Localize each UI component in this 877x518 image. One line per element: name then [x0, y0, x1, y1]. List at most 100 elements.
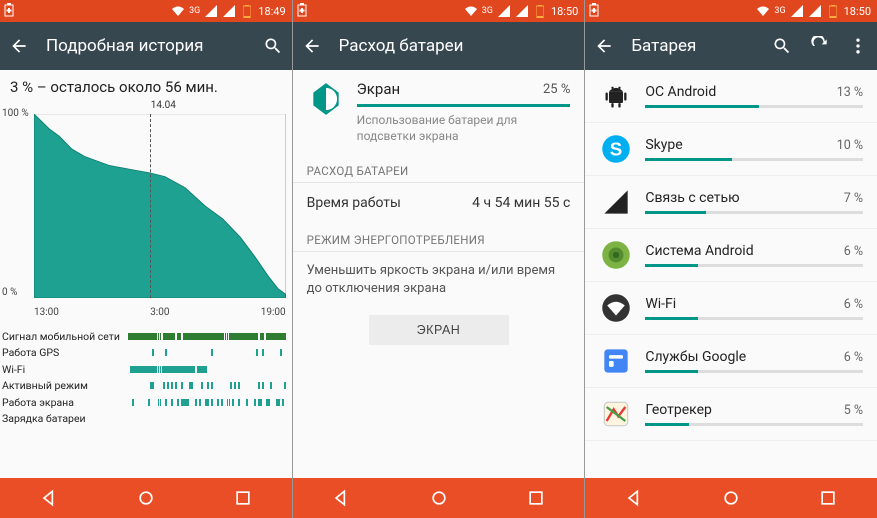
timeline-bar	[128, 399, 286, 406]
item-pct: 6 %	[844, 244, 863, 259]
x-tick: 19:00	[261, 307, 286, 318]
nav-bar	[0, 478, 292, 518]
nav-home-icon[interactable]	[136, 488, 156, 508]
timeline-label: Работа экрана	[2, 396, 128, 409]
search-icon[interactable]	[262, 35, 284, 57]
back-icon[interactable]	[8, 35, 30, 57]
signal-icon-2	[515, 4, 529, 18]
toolbar-title: Батарея	[631, 36, 755, 56]
item-pct: 5 %	[844, 403, 863, 418]
nav-back-icon[interactable]	[331, 488, 351, 508]
marker-label: 14.04	[151, 100, 176, 111]
timeline-bar	[128, 333, 286, 340]
timeline-bar	[128, 366, 286, 373]
timeline-row: Активный режим	[2, 378, 286, 395]
android-icon	[599, 79, 633, 113]
app-subtext: Использование батареи для подсветки экра…	[357, 113, 571, 144]
y-tick-bot: 0 %	[2, 287, 17, 298]
item-name: Система Android	[645, 243, 753, 259]
battery-icon	[533, 4, 547, 18]
nav-bar	[585, 478, 877, 518]
timeline-row: Сигнал мобильной сети	[2, 328, 286, 345]
nav-back-icon[interactable]	[39, 488, 59, 508]
signal-icon-2	[222, 4, 236, 18]
battery-plus-icon	[589, 3, 599, 20]
battery-list-item[interactable]: Службы Google6 %	[585, 335, 877, 388]
search-icon[interactable]	[771, 35, 793, 57]
battery-list-item[interactable]: Геотрекер 5 %	[585, 388, 877, 441]
wifi-icon	[756, 4, 770, 18]
timeline-row: Работа экрана	[2, 394, 286, 411]
nav-recent-icon[interactable]	[526, 488, 546, 508]
item-name: Skype	[645, 137, 682, 153]
section-header: Расход батареи	[293, 154, 585, 183]
wifi-icon	[171, 4, 185, 18]
back-icon[interactable]	[301, 35, 323, 57]
timeline-bar	[128, 415, 286, 422]
geo-icon	[599, 397, 633, 431]
x-tick: 3:00	[150, 307, 169, 318]
back-icon[interactable]	[593, 35, 615, 57]
item-name: ОС Android	[645, 84, 716, 100]
nav-home-icon[interactable]	[721, 488, 741, 508]
timeline-label: Работа GPS	[2, 346, 128, 359]
network-label: 3G	[482, 6, 493, 16]
signal-icon	[204, 4, 218, 18]
system-icon	[599, 238, 633, 272]
nav-recent-icon[interactable]	[233, 488, 253, 508]
y-tick-top: 100 %	[2, 108, 29, 119]
battery-list-item[interactable]: Wi-Fi6 %	[585, 282, 877, 335]
battery-list-item[interactable]: S Skype 10 %	[585, 123, 877, 176]
status-bar: 3G 18:50	[585, 0, 877, 22]
toolbar-title: Расход батареи	[339, 36, 577, 56]
uptime-row: Время работы 4 ч 54 мин 55 с	[293, 183, 585, 223]
item-bar	[645, 370, 863, 373]
skype-icon: S	[599, 132, 633, 166]
battery-list-item[interactable]: Связь с сетью7 %	[585, 176, 877, 229]
battery-plus-icon	[4, 3, 14, 20]
x-tick: 13:00	[34, 307, 59, 318]
timeline-row: Wi-Fi	[2, 361, 286, 378]
nav-recent-icon[interactable]	[818, 488, 838, 508]
nav-home-icon[interactable]	[429, 488, 449, 508]
screen-usage-detail: 3G 18:50 Расход батареи Экран 25 %	[293, 0, 585, 518]
clock-label: 18:50	[844, 5, 871, 18]
wifi-icon	[599, 291, 633, 325]
timeline-label: Активный режим	[2, 379, 128, 392]
timeline-label: Зарядка батареи	[2, 412, 128, 425]
status-bar: 3G 18:50	[293, 0, 585, 22]
timeline-row: Работа GPS	[2, 345, 286, 362]
item-bar	[645, 423, 863, 426]
network-label: 3G	[774, 6, 785, 16]
item-bar	[645, 211, 863, 214]
item-name: Геотрекер	[645, 402, 712, 418]
nav-back-icon[interactable]	[624, 488, 644, 508]
battery-plus-icon	[297, 3, 307, 20]
item-pct: 10 %	[837, 138, 863, 153]
screen-button[interactable]: ЭКРАН	[369, 315, 509, 345]
app-pct: 25 %	[543, 82, 570, 97]
screen-history: 3G 18:49 Подробная история 3 % – осталос…	[0, 0, 292, 518]
battery-list-item[interactable]: Система Android 6 %	[585, 229, 877, 282]
network-label: 3G	[189, 6, 200, 16]
battery-list-item[interactable]: ОС Android13 %	[585, 70, 877, 123]
screen-battery: 3G 18:50 Батарея ОС Android13 % S Skype 10 …	[585, 0, 877, 518]
toolbar: Расход батареи	[293, 22, 585, 70]
nav-bar	[293, 478, 585, 518]
signal-icon	[497, 4, 511, 18]
battery-icon	[826, 4, 840, 18]
timeline-bar	[128, 349, 286, 356]
timeline-label: Wi-Fi	[2, 363, 128, 376]
refresh-icon[interactable]	[809, 35, 831, 57]
usage-bar	[357, 104, 571, 107]
item-pct: 6 %	[844, 297, 863, 312]
clock-label: 18:49	[258, 5, 285, 18]
overflow-icon[interactable]	[847, 35, 869, 57]
toolbar: Подробная история	[0, 22, 292, 70]
signal-icon	[599, 185, 633, 219]
uptime-label: Время работы	[307, 195, 401, 211]
item-name: Службы Google	[645, 349, 746, 365]
google-icon	[599, 344, 633, 378]
battery-icon	[240, 4, 254, 18]
advice-text: Уменьшить яркость экрана и/или время до …	[293, 252, 585, 307]
